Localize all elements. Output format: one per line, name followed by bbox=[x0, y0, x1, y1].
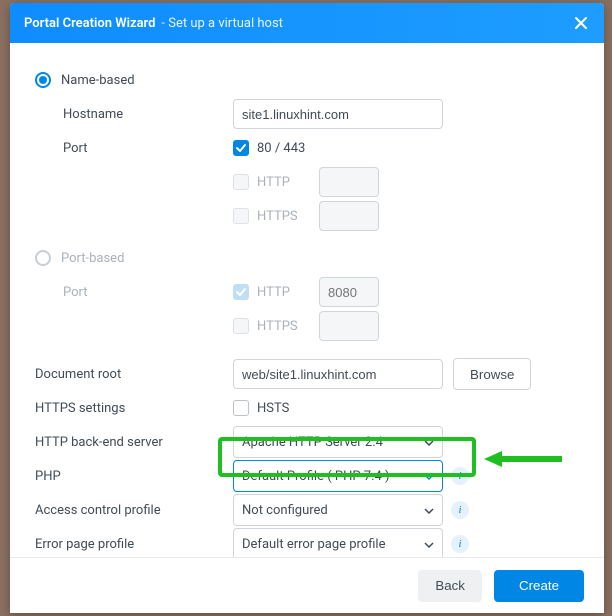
errpage-row: Error page profile Default error page pr… bbox=[35, 527, 579, 557]
errpage-info-icon[interactable]: i bbox=[451, 535, 469, 553]
radio-name-based-row[interactable]: Name-based bbox=[35, 63, 579, 97]
acl-row: Access control profile Not configured i bbox=[35, 493, 579, 527]
backend-select-value: Apache HTTP Server 2.4 bbox=[242, 435, 383, 450]
nb-http-checkbox[interactable] bbox=[233, 174, 249, 190]
radio-name-based-label: Name-based bbox=[61, 73, 135, 88]
backend-select[interactable]: Apache HTTP Server 2.4 bbox=[233, 426, 443, 458]
chevron-down-icon bbox=[424, 503, 434, 518]
close-icon[interactable] bbox=[572, 14, 590, 32]
hsts-checkbox[interactable] bbox=[233, 400, 249, 416]
pb-https-checkbox bbox=[233, 318, 249, 334]
port-default-row: Port 80 / 443 bbox=[35, 131, 579, 165]
pb-https-label: HTTPS bbox=[257, 319, 298, 334]
php-row: PHP Default Profile ( PHP 7.4 ) i bbox=[35, 459, 579, 493]
pb-http-label: HTTP bbox=[257, 285, 290, 300]
chevron-down-icon bbox=[424, 469, 434, 484]
chevron-down-icon bbox=[424, 435, 434, 450]
backend-label: HTTP back-end server bbox=[35, 435, 233, 450]
https-settings-label: HTTPS settings bbox=[35, 401, 233, 416]
hostname-row: Hostname bbox=[35, 97, 579, 131]
port-https-row: HTTPS bbox=[35, 199, 579, 233]
errpage-select-value: Default error page profile bbox=[242, 537, 385, 552]
dialog-body: Name-based Hostname Port 80 / 443 HTTP bbox=[10, 43, 604, 557]
doc-root-label: Document root bbox=[35, 367, 233, 382]
acl-select[interactable]: Not configured bbox=[233, 494, 443, 526]
browse-button[interactable]: Browse bbox=[453, 358, 531, 390]
doc-root-input[interactable] bbox=[233, 359, 443, 389]
pb-port-label: Port bbox=[63, 285, 233, 300]
create-button[interactable]: Create bbox=[494, 570, 584, 602]
dialog-title: Portal Creation Wizard bbox=[24, 16, 155, 31]
errpage-select[interactable]: Default error page profile bbox=[233, 528, 443, 557]
pb-https-port-input bbox=[319, 311, 379, 341]
dialog-subtitle: - Set up a virtual host bbox=[161, 16, 283, 31]
php-select-value: Default Profile ( PHP 7.4 ) bbox=[242, 469, 390, 484]
port-default-checkbox[interactable] bbox=[233, 140, 249, 156]
chevron-down-icon bbox=[424, 537, 434, 552]
php-select[interactable]: Default Profile ( PHP 7.4 ) bbox=[233, 460, 443, 492]
nb-https-checkbox[interactable] bbox=[233, 208, 249, 224]
backend-row: HTTP back-end server Apache HTTP Server … bbox=[35, 425, 579, 459]
nb-http-label: HTTP bbox=[257, 175, 290, 190]
nb-http-port-input bbox=[319, 167, 379, 197]
pb-http-checkbox bbox=[233, 284, 249, 300]
port-default-label: 80 / 443 bbox=[257, 141, 305, 156]
portal-creation-dialog: Portal Creation Wizard - Set up a virtua… bbox=[10, 3, 604, 613]
port-label: Port bbox=[63, 141, 233, 156]
https-settings-row: HTTPS settings HSTS bbox=[35, 391, 579, 425]
acl-label: Access control profile bbox=[35, 503, 233, 518]
acl-select-value: Not configured bbox=[242, 503, 328, 518]
pb-http-port-input bbox=[319, 277, 379, 307]
radio-port-based-label: Port-based bbox=[61, 251, 124, 266]
php-label: PHP bbox=[35, 469, 233, 484]
doc-root-row: Document root Browse bbox=[35, 357, 579, 391]
nb-https-label: HTTPS bbox=[257, 209, 298, 224]
hostname-input[interactable] bbox=[233, 99, 443, 129]
titlebar: Portal Creation Wizard - Set up a virtua… bbox=[10, 3, 604, 43]
pb-port-http-row: Port HTTP bbox=[35, 275, 579, 309]
errpage-label: Error page profile bbox=[35, 537, 233, 552]
hostname-label: Hostname bbox=[63, 107, 233, 122]
acl-info-icon[interactable]: i bbox=[451, 501, 469, 519]
pb-port-https-row: HTTPS bbox=[35, 309, 579, 343]
nb-https-port-input bbox=[319, 201, 379, 231]
php-info-icon[interactable]: i bbox=[451, 467, 469, 485]
port-http-row: HTTP bbox=[35, 165, 579, 199]
radio-name-based[interactable] bbox=[35, 72, 51, 88]
hsts-label: HSTS bbox=[257, 401, 289, 416]
dialog-footer: Back Create bbox=[10, 557, 604, 613]
radio-port-based-row[interactable]: Port-based bbox=[35, 241, 579, 275]
back-button[interactable]: Back bbox=[418, 570, 482, 602]
radio-port-based[interactable] bbox=[35, 250, 51, 266]
